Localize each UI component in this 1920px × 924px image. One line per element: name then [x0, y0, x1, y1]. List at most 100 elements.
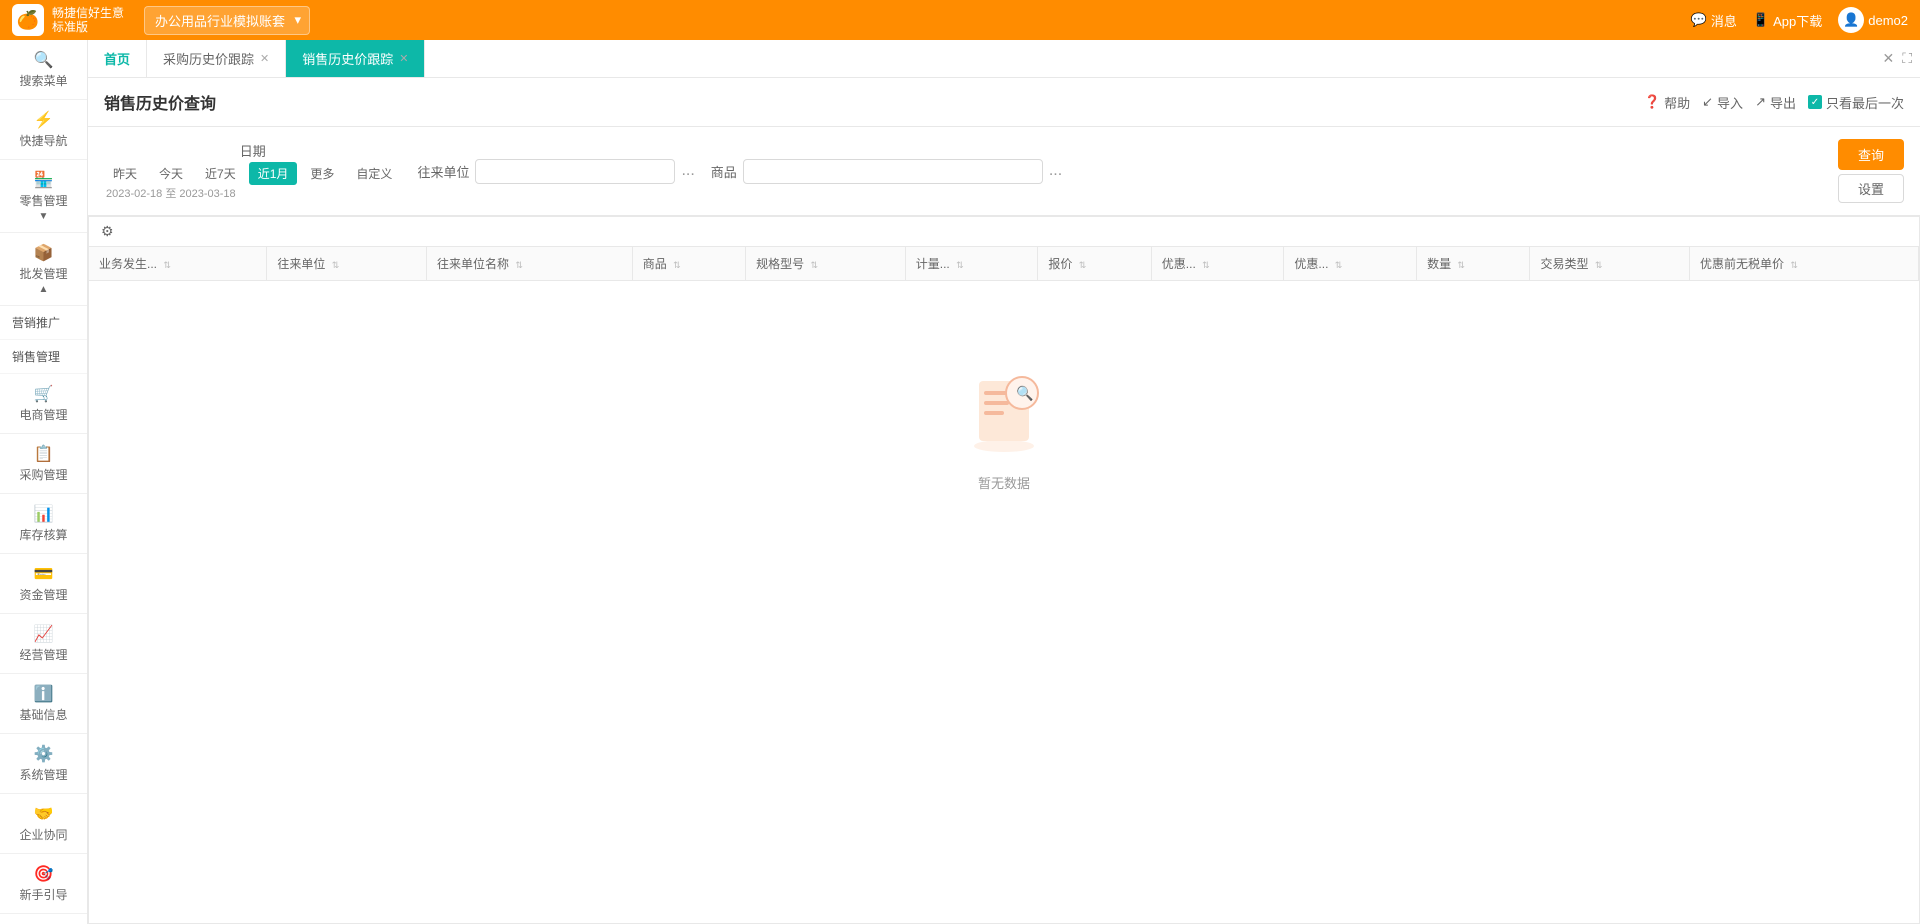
- sidebar-item-label: 经营管理: [19, 646, 67, 663]
- close-all-tabs-btn[interactable]: ✕: [1882, 50, 1894, 67]
- col-partner-code[interactable]: 往来单位 ⇅: [267, 247, 427, 281]
- empty-illustration: 🔍: [89, 361, 1919, 461]
- app-download-btn[interactable]: 📱 App下载: [1753, 11, 1822, 30]
- date-btn-yesterday[interactable]: 昨天: [104, 162, 146, 185]
- col-quote[interactable]: 报价 ⇅: [1038, 247, 1151, 281]
- col-label: 交易类型: [1540, 257, 1588, 271]
- account-selector[interactable]: 办公用品行业模拟账套: [144, 6, 310, 35]
- col-unit[interactable]: 计量... ⇅: [905, 247, 1038, 281]
- sidebar-item-label: 企业协同: [19, 826, 67, 843]
- empty-icon: 🔍: [954, 361, 1054, 461]
- message-icon: 💬: [1691, 12, 1707, 28]
- date-range-display: 2023-02-18 至 2023-03-18: [104, 185, 401, 201]
- sidebar-item-sales-mgmt[interactable]: 销售管理: [0, 340, 87, 374]
- col-business-date[interactable]: 业务发生... ⇅: [89, 247, 267, 281]
- col-label: 优惠...: [1294, 257, 1328, 271]
- col-trade-type[interactable]: 交易类型 ⇅: [1530, 247, 1690, 281]
- sidebar: 🔍 搜索菜单 ⚡ 快捷导航 🏪 零售管理 ▼ 📦 批发管理 ▲ 营销推广 销售管…: [0, 40, 88, 924]
- sidebar-item-finance[interactable]: 💳 资金管理: [0, 554, 87, 614]
- inventory-icon: 📊: [34, 504, 54, 524]
- sidebar-item-purchase[interactable]: 📋 采购管理: [0, 434, 87, 494]
- page-header-actions: ❓ 帮助 ↙ 导入 ↗ 导出 ✓ 只看最后一次: [1644, 93, 1904, 112]
- col-label: 优惠...: [1162, 257, 1196, 271]
- sidebar-item-retail-mgmt[interactable]: 🏪 零售管理 ▼: [0, 160, 87, 233]
- date-label: 日期: [240, 141, 266, 160]
- sidebar-item-label: 搜索菜单: [19, 72, 67, 89]
- tab-purchase-history[interactable]: 采购历史价跟踪 ✕: [147, 40, 286, 77]
- logo-icon: 🍊: [12, 4, 44, 36]
- col-discount1[interactable]: 优惠... ⇅: [1151, 247, 1284, 281]
- sidebar-item-app-center[interactable]: 🔲 应用中心: [0, 914, 87, 924]
- product-input[interactable]: [743, 159, 1043, 184]
- partner-label: 往来单位: [417, 162, 469, 181]
- user-menu[interactable]: 👤 demo2: [1838, 7, 1908, 33]
- filter-bar: 日期 昨天 今天 近7天 近1月 更多 自定义 2023-02-18 至 202…: [88, 127, 1920, 216]
- sidebar-item-ecommerce[interactable]: 🛒 电商管理: [0, 374, 87, 434]
- settings-button[interactable]: 设置: [1838, 174, 1904, 203]
- sidebar-item-operations[interactable]: 📈 经营管理: [0, 614, 87, 674]
- col-product[interactable]: 商品 ⇅: [632, 247, 745, 281]
- partner-input[interactable]: [475, 159, 675, 184]
- phone-icon: 📱: [1753, 12, 1769, 28]
- date-btn-more[interactable]: 更多: [301, 162, 343, 185]
- date-btn-custom[interactable]: 自定义: [347, 162, 401, 185]
- sort-icon: ⇅: [1202, 260, 1210, 270]
- sidebar-item-marketing[interactable]: 营销推广: [0, 306, 87, 340]
- sidebar-item-enterprise-collab[interactable]: 🤝 企业协同: [0, 794, 87, 854]
- sort-icon: ⇅: [1595, 260, 1603, 270]
- maximize-btn[interactable]: ⛶: [1902, 50, 1912, 67]
- tab-close-purchase[interactable]: ✕: [260, 52, 269, 65]
- sort-icon: ⇅: [1790, 260, 1798, 270]
- date-btn-1month[interactable]: 近1月: [249, 162, 298, 185]
- sidebar-item-inventory[interactable]: 📊 库存核算: [0, 494, 87, 554]
- sort-icon: ⇅: [956, 260, 964, 270]
- top-bar-left: 🍊 畅捷信好生意 标准版: [12, 4, 124, 36]
- col-label: 业务发生...: [99, 257, 157, 271]
- col-quantity[interactable]: 数量 ⇅: [1417, 247, 1530, 281]
- data-table: 业务发生... ⇅ 往来单位 ⇅ 往来单位名称 ⇅: [89, 247, 1919, 281]
- col-label: 往来单位名称: [437, 257, 509, 271]
- column-settings-icon[interactable]: ⚙: [101, 223, 114, 240]
- empty-state: 🔍 暂无数据: [89, 281, 1919, 572]
- sidebar-item-system[interactable]: ⚙️ 系统管理: [0, 734, 87, 794]
- partner-dots-btn[interactable]: ...: [681, 162, 694, 180]
- import-btn[interactable]: ↙ 导入: [1702, 93, 1743, 112]
- sidebar-item-label: 新手引导: [19, 886, 67, 903]
- sidebar-item-search-menu[interactable]: 🔍 搜索菜单: [0, 40, 87, 100]
- date-btn-today[interactable]: 今天: [150, 162, 192, 185]
- col-discount2[interactable]: 优惠... ⇅: [1284, 247, 1417, 281]
- top-bar: 🍊 畅捷信好生意 标准版 办公用品行业模拟账套 💬 消息 📱 App下载 👤 d…: [0, 0, 1920, 40]
- purchase-icon: 📋: [34, 444, 54, 464]
- basic-info-icon: ℹ️: [34, 684, 54, 704]
- sidebar-item-label: 采购管理: [19, 466, 67, 483]
- import-icon: ↙: [1702, 94, 1713, 110]
- date-btn-7days[interactable]: 近7天: [196, 162, 245, 185]
- tab-close-sales[interactable]: ✕: [399, 52, 408, 65]
- tab-bar: 首页 采购历史价跟踪 ✕ 销售历史价跟踪 ✕ ✕ ⛶: [88, 40, 1920, 78]
- top-bar-center: 办公用品行业模拟账套: [144, 6, 1671, 35]
- date-filter-group: 日期 昨天 今天 近7天 近1月 更多 自定义 2023-02-18 至 202…: [104, 141, 401, 201]
- col-spec[interactable]: 规格型号 ⇅: [746, 247, 906, 281]
- tab-sales-history[interactable]: 销售历史价跟踪 ✕: [286, 40, 425, 77]
- help-btn[interactable]: ❓ 帮助: [1644, 93, 1690, 112]
- sidebar-item-new-guide[interactable]: 🎯 新手引导: [0, 854, 87, 914]
- retail-icon: 🏪: [34, 170, 54, 190]
- sort-icon: ⇅: [163, 260, 171, 270]
- product-label: 商品: [711, 162, 737, 181]
- export-btn[interactable]: ↗ 导出: [1755, 93, 1796, 112]
- chevron-up-icon: ▲: [39, 284, 49, 295]
- message-btn[interactable]: 💬 消息: [1691, 11, 1737, 30]
- date-options: 昨天 今天 近7天 近1月 更多 自定义: [104, 162, 401, 185]
- col-pre-tax-price[interactable]: 优惠前无税单价 ⇅: [1690, 247, 1919, 281]
- sidebar-item-quick-nav[interactable]: ⚡ 快捷导航: [0, 100, 87, 160]
- col-partner-name[interactable]: 往来单位名称 ⇅: [426, 247, 632, 281]
- sidebar-item-label: 电商管理: [19, 406, 67, 423]
- top-bar-right: 💬 消息 📱 App下载 👤 demo2: [1691, 7, 1908, 33]
- only-last-checkbox[interactable]: ✓ 只看最后一次: [1808, 93, 1904, 112]
- query-button[interactable]: 查询: [1838, 139, 1904, 170]
- col-label: 优惠前无税单价: [1700, 257, 1784, 271]
- sidebar-item-basic-info[interactable]: ℹ️ 基础信息: [0, 674, 87, 734]
- tab-home[interactable]: 首页: [88, 40, 147, 77]
- sidebar-item-wholesale-mgmt[interactable]: 📦 批发管理 ▲: [0, 233, 87, 306]
- product-dots-btn[interactable]: ...: [1049, 162, 1062, 180]
